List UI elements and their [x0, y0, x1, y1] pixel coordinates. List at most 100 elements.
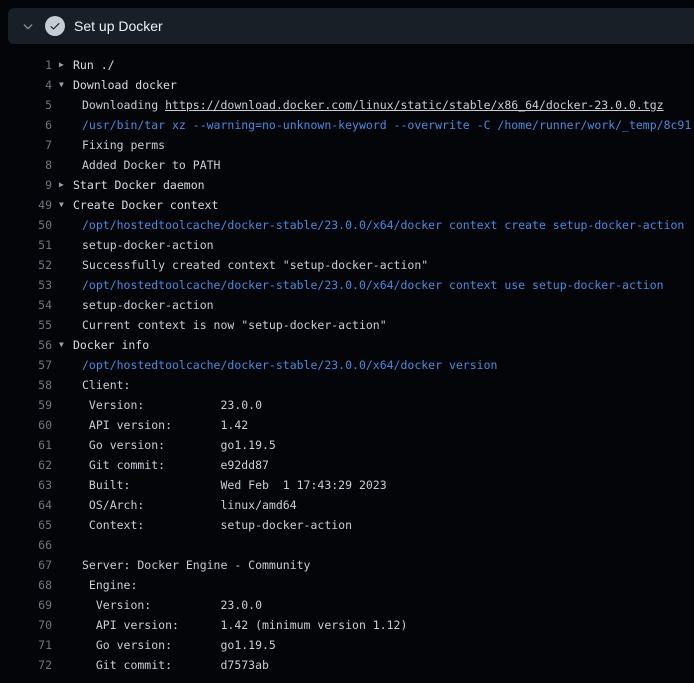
log-text: API version: 1.42	[82, 415, 248, 435]
log-text: setup-docker-action	[82, 235, 214, 255]
line-number[interactable]: 55	[0, 315, 52, 335]
line-number[interactable]: 4	[0, 75, 52, 95]
log-text: Added Docker to PATH	[82, 155, 220, 175]
line-number[interactable]: 68	[0, 575, 52, 595]
line-number[interactable]: 52	[0, 255, 52, 275]
triangle-down-icon[interactable]: ▼	[59, 75, 73, 95]
log-line: 55 Current context is now "setup-docker-a…	[0, 315, 694, 335]
line-number[interactable]: 63	[0, 475, 52, 495]
log-line: 7 Fixing perms	[0, 135, 694, 155]
log-text: Downloading https://download.docker.com/…	[82, 95, 664, 115]
log-line: 54 setup-docker-action	[0, 295, 694, 315]
line-number[interactable]: 71	[0, 635, 52, 655]
log-line: 60 API version: 1.42	[0, 415, 694, 435]
group-title[interactable]: Start Docker daemon	[73, 175, 205, 195]
log-line: 8 Added Docker to PATH	[0, 155, 694, 175]
triangle-right-icon[interactable]: ▶	[59, 175, 73, 195]
line-number[interactable]: 62	[0, 455, 52, 475]
log-line: 5 Downloading https://download.docker.com…	[0, 95, 694, 115]
log-line: 66	[0, 535, 694, 555]
line-number[interactable]: 6	[0, 115, 52, 135]
log-text: Built: Wed Feb 1 17:43:29 2023	[82, 475, 387, 495]
step-title: Set up Docker	[74, 18, 163, 34]
log-text: Context: setup-docker-action	[82, 515, 352, 535]
log-line: 51 setup-docker-action	[0, 235, 694, 255]
log-line: 71 Go version: go1.19.5	[0, 635, 694, 655]
log-line: 67 Server: Docker Engine - Community	[0, 555, 694, 575]
log-line: 64 OS/Arch: linux/amd64	[0, 495, 694, 515]
log-text: Client:	[82, 375, 130, 395]
log-line: 1 ▶Run ./	[0, 55, 694, 75]
line-number[interactable]: 69	[0, 595, 52, 615]
log-text: Go version: go1.19.5	[82, 635, 276, 655]
log-line: 68 Engine:	[0, 575, 694, 595]
line-number[interactable]: 54	[0, 295, 52, 315]
log-line: 58 Client:	[0, 375, 694, 395]
log-line: 62 Git commit: e92dd87	[0, 455, 694, 475]
log-line: 72 Git commit: d7573ab	[0, 655, 694, 675]
log-line: 57/opt/hostedtoolcache/docker-stable/23.…	[0, 355, 694, 375]
group-title[interactable]: Create Docker context	[73, 195, 218, 215]
chevron-down-icon[interactable]	[20, 18, 36, 34]
line-number[interactable]: 59	[0, 395, 52, 415]
log-text: Fixing perms	[82, 135, 165, 155]
line-number[interactable]: 5	[0, 95, 52, 115]
log-line: 9 ▶Start Docker daemon	[0, 175, 694, 195]
log-line: 69 Version: 23.0.0	[0, 595, 694, 615]
line-number[interactable]: 1	[0, 55, 52, 75]
line-number[interactable]: 66	[0, 535, 52, 555]
line-number[interactable]: 60	[0, 415, 52, 435]
command-text: /opt/hostedtoolcache/docker-stable/23.0.…	[82, 275, 664, 295]
triangle-right-icon[interactable]: ▶	[59, 55, 73, 75]
log-text: Go version: go1.19.5	[82, 435, 276, 455]
command-text: /opt/hostedtoolcache/docker-stable/23.0.…	[82, 215, 684, 235]
line-number[interactable]: 58	[0, 375, 52, 395]
log-line: 56 ▼Docker info	[0, 335, 694, 355]
line-number[interactable]: 49	[0, 195, 52, 215]
line-number[interactable]: 65	[0, 515, 52, 535]
log-line: 65 Context: setup-docker-action	[0, 515, 694, 535]
log-line: 53/opt/hostedtoolcache/docker-stable/23.…	[0, 275, 694, 295]
step-header[interactable]: Set up Docker	[8, 8, 694, 44]
group-title[interactable]: Docker info	[73, 335, 149, 355]
line-number[interactable]: 61	[0, 435, 52, 455]
log-line: 59 Version: 23.0.0	[0, 395, 694, 415]
log-text: Git commit: e92dd87	[82, 455, 269, 475]
log-line: 61 Go version: go1.19.5	[0, 435, 694, 455]
line-number[interactable]: 57	[0, 355, 52, 375]
log-line: 4 ▼Download docker	[0, 75, 694, 95]
line-number[interactable]: 72	[0, 655, 52, 675]
line-number[interactable]: 67	[0, 555, 52, 575]
group-title[interactable]: Run ./	[73, 55, 115, 75]
triangle-down-icon[interactable]: ▼	[59, 195, 73, 215]
log-text: Version: 23.0.0	[82, 595, 262, 615]
log-line: 52 Successfully created context "setup-do…	[0, 255, 694, 275]
log-line: 50/opt/hostedtoolcache/docker-stable/23.…	[0, 215, 694, 235]
check-circle-icon	[45, 16, 65, 36]
log-text: Current context is now "setup-docker-act…	[82, 315, 387, 335]
log-line: 6/usr/bin/tar xz --warning=no-unknown-ke…	[0, 115, 694, 135]
line-number[interactable]: 56	[0, 335, 52, 355]
line-number[interactable]: 51	[0, 235, 52, 255]
command-text: /usr/bin/tar xz --warning=no-unknown-key…	[82, 115, 691, 135]
line-number[interactable]: 64	[0, 495, 52, 515]
log-line: 63 Built: Wed Feb 1 17:43:29 2023	[0, 475, 694, 495]
log-text: Version: 23.0.0	[82, 395, 262, 415]
log-text: OS/Arch: linux/amd64	[82, 495, 297, 515]
line-number[interactable]: 53	[0, 275, 52, 295]
line-number[interactable]: 70	[0, 615, 52, 635]
group-title[interactable]: Download docker	[73, 75, 177, 95]
log-text: API version: 1.42 (minimum version 1.12)	[82, 615, 407, 635]
log-text: Server: Docker Engine - Community	[82, 555, 310, 575]
log-line: 49 ▼Create Docker context	[0, 195, 694, 215]
triangle-down-icon[interactable]: ▼	[59, 335, 73, 355]
line-number[interactable]: 8	[0, 155, 52, 175]
line-number[interactable]: 50	[0, 215, 52, 235]
log-text: Git commit: d7573ab	[82, 655, 269, 675]
line-number[interactable]: 9	[0, 175, 52, 195]
log-text: Successfully created context "setup-dock…	[82, 255, 428, 275]
log-link[interactable]: https://download.docker.com/linux/static…	[165, 98, 664, 112]
log-text: Engine:	[82, 575, 137, 595]
log-text: setup-docker-action	[82, 295, 214, 315]
line-number[interactable]: 7	[0, 135, 52, 155]
